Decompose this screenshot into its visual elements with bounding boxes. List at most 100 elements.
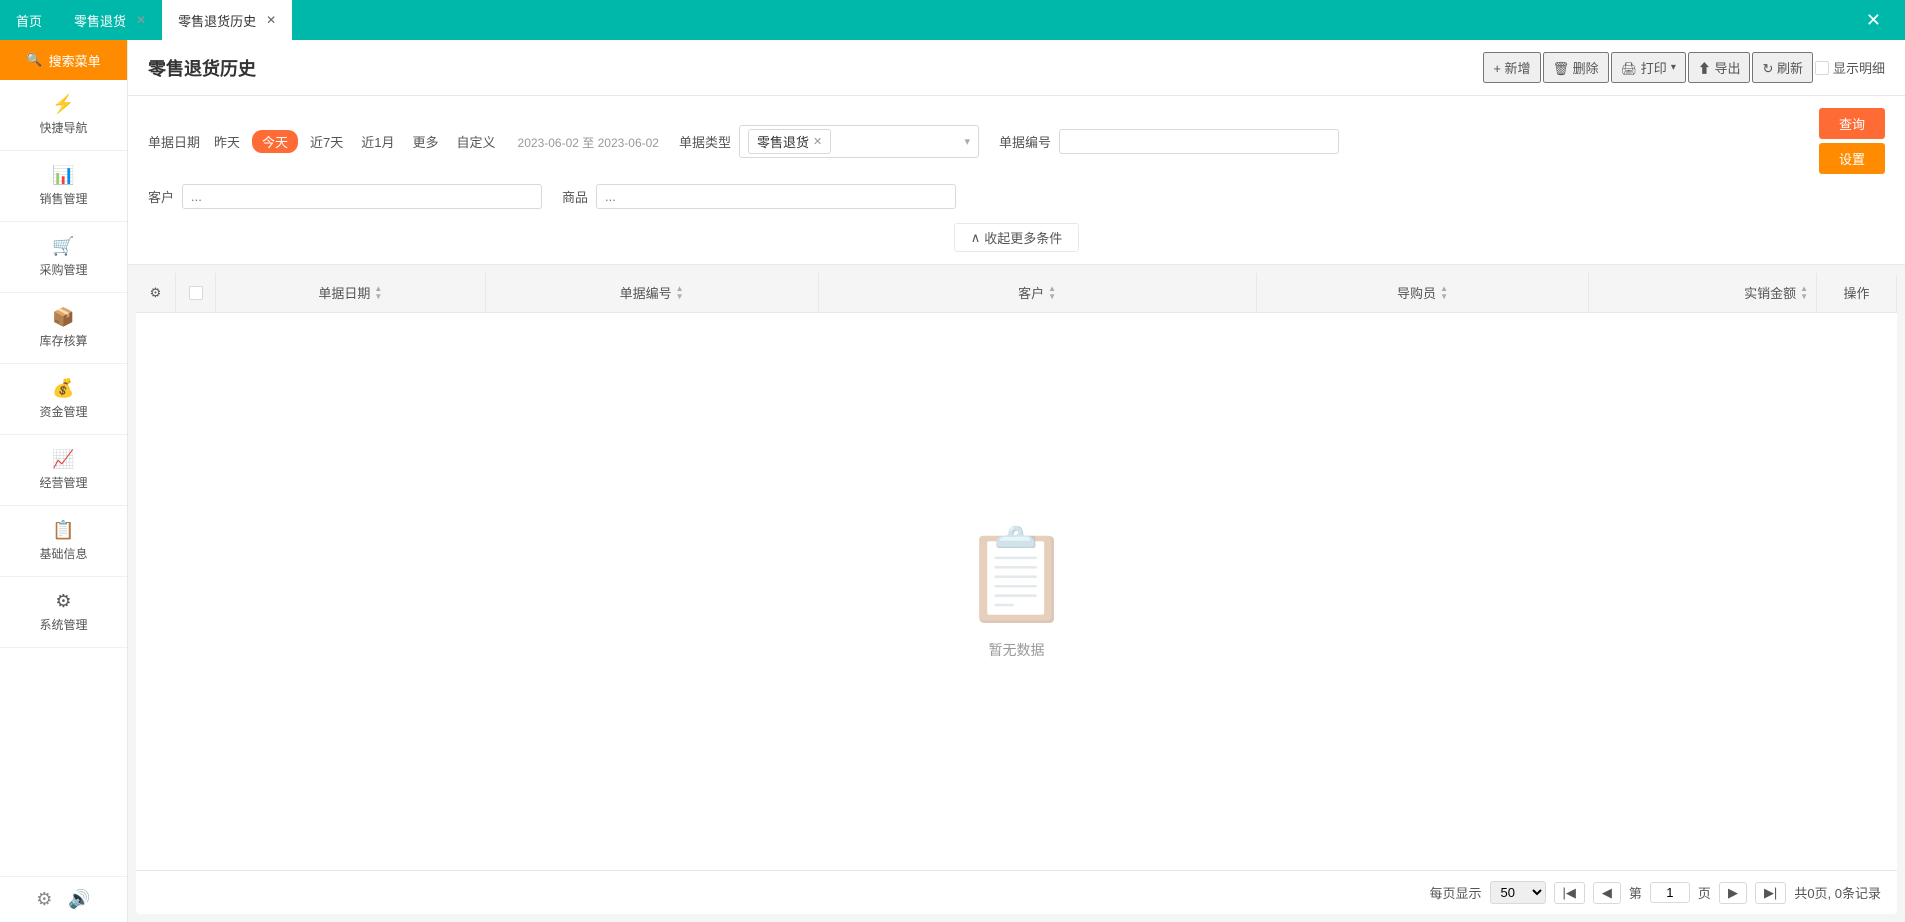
sidebar-item-sales[interactable]: 📊 销售管理	[0, 151, 127, 222]
table-col-guide[interactable]: 导购员 ▲▼	[1257, 273, 1590, 313]
top-bar-right: ✕	[1858, 10, 1905, 31]
page-title: 零售退货历史	[148, 55, 256, 81]
sidebar-item-label: 系统管理	[39, 616, 87, 633]
collapse-button[interactable]: ∧ 收起更多条件	[954, 223, 1080, 252]
action-buttons: 查询 设置	[1819, 108, 1885, 174]
goods-input[interactable]	[596, 184, 956, 209]
empty-state: 📋 暂无数据	[136, 313, 1897, 870]
date-option-custom[interactable]: 自定义	[451, 130, 502, 153]
window-close-button[interactable]: ✕	[1858, 10, 1889, 30]
finance-icon: 💰	[52, 378, 74, 399]
sidebar-item-label: 基础信息	[39, 545, 87, 562]
display-detail-toggle[interactable]: 显示明细	[1815, 58, 1885, 77]
purchase-icon: 🛒	[52, 236, 74, 257]
page-header: 零售退货历史 + 新增 🗑 删除 🖨 打印 ▾ ⬆ 导出 ↻ 刷新	[128, 40, 1905, 96]
table-settings-icon[interactable]: ⚙	[150, 285, 162, 301]
select-all-checkbox[interactable]	[189, 286, 203, 300]
header-actions: + 新增 🗑 删除 🖨 打印 ▾ ⬆ 导出 ↻ 刷新 显示明细	[1483, 52, 1885, 83]
table-settings-cell[interactable]: ⚙	[136, 273, 176, 313]
date-option-more[interactable]: 更多	[407, 130, 445, 153]
delete-button[interactable]: 🗑 删除	[1543, 52, 1609, 83]
page-number-input[interactable]	[1650, 882, 1690, 903]
sidebar-item-label: 快捷导航	[39, 119, 87, 136]
date-options: 昨天 今天 近7天 近1月 更多 自定义	[208, 130, 502, 153]
date-option-today[interactable]: 今天	[252, 130, 298, 153]
voucher-type-select[interactable]: 零售退货 ✕ ▾	[739, 125, 979, 158]
next-page-button[interactable]: ▶	[1719, 882, 1747, 904]
export-button[interactable]: ⬆ 导出	[1688, 52, 1751, 83]
sidebar-item-label: 采购管理	[39, 261, 87, 278]
sidebar-search[interactable]: 🔍 搜索菜单	[0, 40, 127, 80]
filter-area: 单据日期 昨天 今天 近7天 近1月 更多 自定义 2023-06-02 至 2…	[128, 96, 1905, 265]
tab-close-retail-return[interactable]: ✕	[136, 13, 146, 27]
tab-retail-return-history[interactable]: 零售退货历史 ✕	[162, 0, 292, 40]
voucher-type-dropdown-icon: ▾	[964, 135, 970, 148]
search-icon: 🔍	[26, 52, 42, 68]
basic-info-icon: 📋	[52, 520, 74, 541]
voucher-sort-arrows: ▲▼	[676, 285, 684, 301]
sidebar-bottom: ⚙ 🔊	[0, 876, 127, 922]
sidebar: 🔍 搜索菜单 ⚡ 快捷导航 📊 销售管理 🛒 采购管理 📦 库存核算 💰 资金管…	[0, 40, 128, 922]
sidebar-item-label: 经营管理	[39, 474, 87, 491]
table-col-customer[interactable]: 客户 ▲▼	[819, 273, 1257, 313]
sales-icon: 📊	[52, 165, 74, 186]
date-filter: 单据日期 昨天 今天 近7天 近1月 更多 自定义 2023-06-02 至 2…	[148, 130, 659, 153]
collapse-up-icon: ∧	[971, 230, 981, 246]
customer-sort-arrows: ▲▼	[1048, 285, 1056, 301]
add-button[interactable]: + 新增	[1483, 52, 1540, 83]
tab-home[interactable]: 首页	[0, 0, 58, 40]
amount-sort-arrows: ▲▼	[1800, 285, 1808, 301]
filter-row-1: 单据日期 昨天 今天 近7天 近1月 更多 自定义 2023-06-02 至 2…	[148, 108, 1885, 174]
operations-icon: 📈	[52, 449, 74, 470]
voucher-number-input[interactable]	[1059, 129, 1339, 154]
voucher-number-filter: 单据编号	[999, 129, 1339, 154]
empty-text: 暂无数据	[989, 640, 1045, 660]
query-button[interactable]: 查询	[1819, 108, 1885, 139]
total-info: 共0页, 0条记录	[1794, 883, 1881, 902]
sidebar-item-finance[interactable]: 💰 资金管理	[0, 364, 127, 435]
refresh-button[interactable]: ↻ 刷新	[1752, 52, 1813, 83]
table-col-amount[interactable]: 实销金额 ▲▼	[1589, 273, 1817, 313]
customer-label: 客户	[148, 187, 174, 206]
first-page-button[interactable]: |◀	[1554, 882, 1585, 904]
customer-input[interactable]	[182, 184, 542, 209]
settings-bottom-icon[interactable]: ⚙	[36, 889, 52, 910]
inventory-icon: 📦	[52, 307, 74, 328]
voucher-type-tag-close[interactable]: ✕	[813, 135, 822, 148]
volume-icon[interactable]: 🔊	[68, 889, 90, 910]
prev-page-button[interactable]: ◀	[1593, 882, 1621, 904]
goods-label: 商品	[562, 187, 588, 206]
sidebar-item-inventory[interactable]: 📦 库存核算	[0, 293, 127, 364]
guide-sort-arrows: ▲▼	[1440, 285, 1448, 301]
table-col-date[interactable]: 单据日期 ▲▼	[216, 273, 486, 313]
quick-nav-icon: ⚡	[52, 94, 74, 115]
setting-button[interactable]: 设置	[1819, 143, 1885, 174]
date-option-1month[interactable]: 近1月	[355, 130, 400, 153]
customer-filter: 客户	[148, 184, 542, 209]
sidebar-item-basic-info[interactable]: 📋 基础信息	[0, 506, 127, 577]
collapse-label: 收起更多条件	[984, 228, 1062, 247]
sidebar-item-quick-nav[interactable]: ⚡ 快捷导航	[0, 80, 127, 151]
sidebar-item-system[interactable]: ⚙ 系统管理	[0, 577, 127, 648]
per-page-label: 每页显示	[1430, 883, 1482, 902]
filter-row-2: 客户 商品	[148, 184, 1885, 209]
print-dropdown-icon: ▾	[1671, 62, 1676, 73]
print-button[interactable]: 🖨 打印 ▾	[1611, 52, 1686, 83]
sidebar-item-purchase[interactable]: 🛒 采购管理	[0, 222, 127, 293]
display-detail-checkbox[interactable]	[1815, 61, 1829, 75]
sidebar-item-operations[interactable]: 📈 经营管理	[0, 435, 127, 506]
tab-close-retail-return-history[interactable]: ✕	[266, 13, 276, 27]
voucher-type-tag: 零售退货 ✕	[748, 129, 831, 154]
date-sort-arrows: ▲▼	[374, 285, 382, 301]
tab-retail-return[interactable]: 零售退货 ✕	[58, 0, 162, 40]
page-unit: 页	[1698, 883, 1711, 902]
per-page-select[interactable]: 50 100 200	[1490, 881, 1546, 904]
sidebar-item-label: 资金管理	[39, 403, 87, 420]
voucher-number-label: 单据编号	[999, 132, 1051, 151]
table-col-voucher[interactable]: 单据编号 ▲▼	[486, 273, 819, 313]
date-option-7days[interactable]: 近7天	[304, 130, 349, 153]
goods-filter: 商品	[562, 184, 956, 209]
date-option-yesterday[interactable]: 昨天	[208, 130, 246, 153]
top-bar: 首页 零售退货 ✕ 零售退货历史 ✕ ✕	[0, 0, 1905, 40]
last-page-button[interactable]: ▶|	[1755, 882, 1786, 904]
